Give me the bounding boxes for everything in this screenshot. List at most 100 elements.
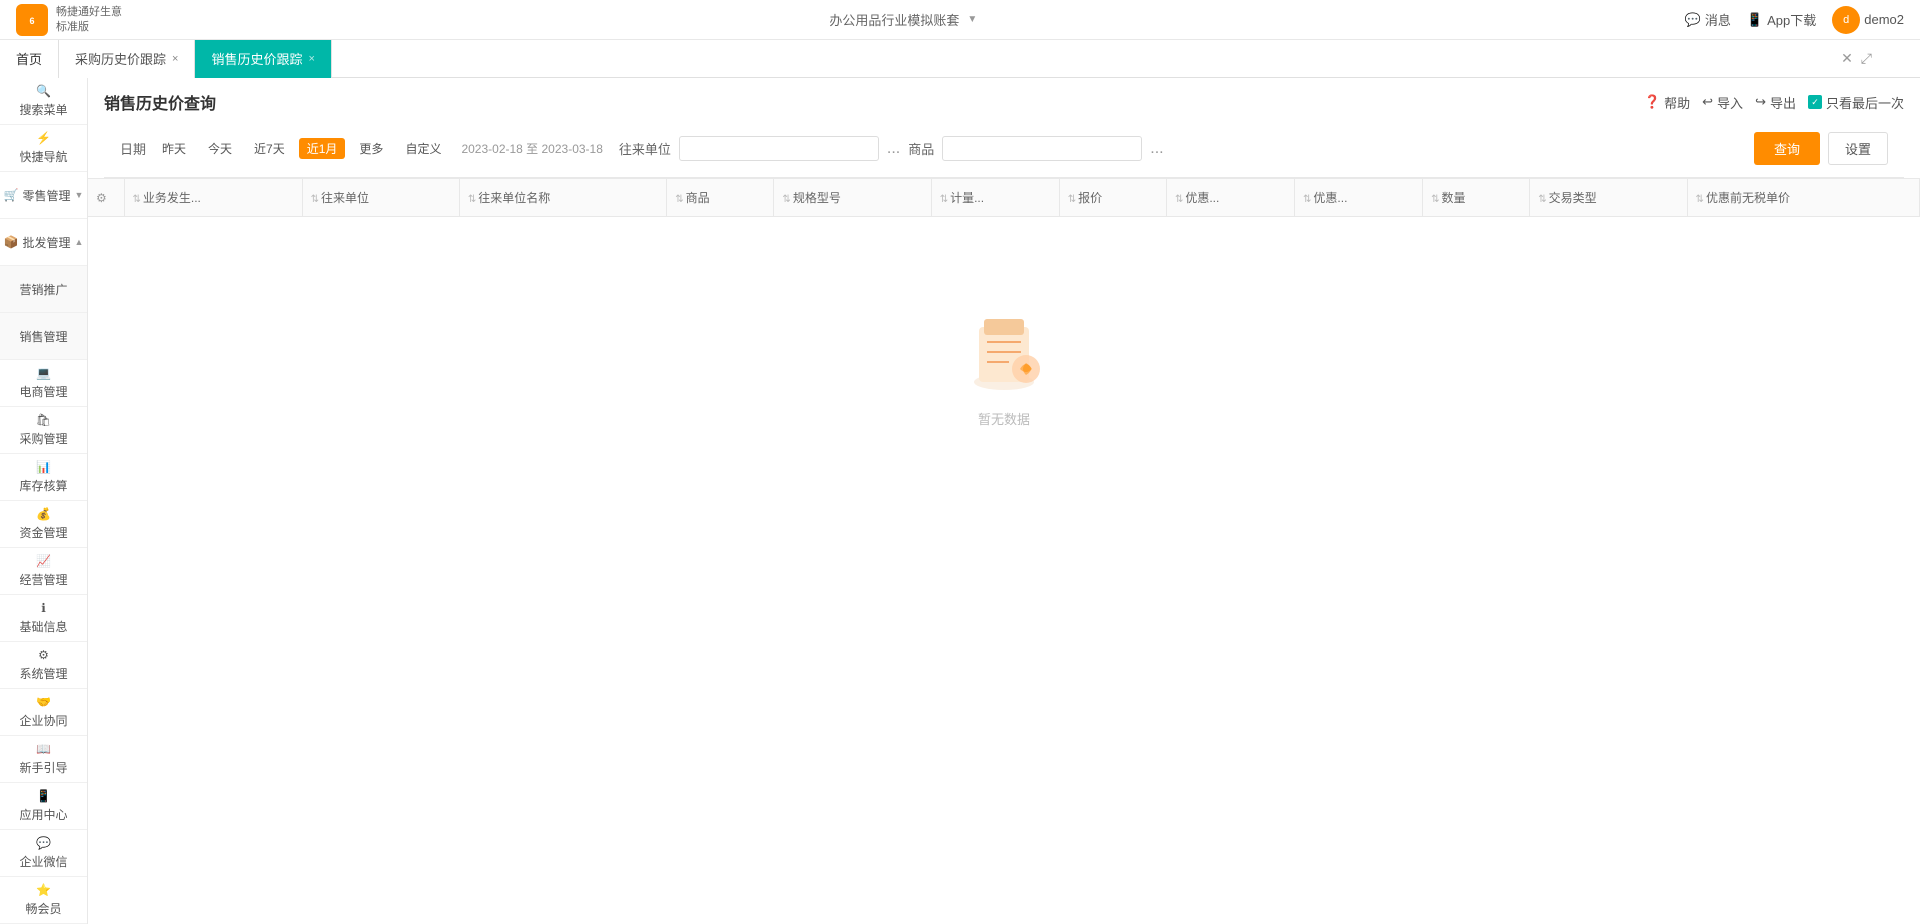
date-filter-group: 日期 昨天 今天 近7天 近1月 更多 自定义 2023-02-18 至 202… <box>120 138 603 159</box>
sidebar-item-app-center-label: 应用中心 <box>19 806 67 823</box>
pill-last1m[interactable]: 近1月 <box>299 138 346 159</box>
th-partner-code[interactable]: ⇅往来单位 <box>302 179 459 217</box>
app-dropdown-arrow[interactable]: ▼ <box>967 14 977 25</box>
th-discount2[interactable]: ⇅优惠... <box>1295 179 1423 217</box>
tab-sales-history[interactable]: 销售历史价跟踪 × <box>195 40 331 78</box>
th-spec[interactable]: ⇅规格型号 <box>774 179 931 217</box>
pill-custom[interactable]: 自定义 <box>397 138 449 159</box>
tab-bar-actions: ✕ ⤢ <box>1841 50 1880 67</box>
inventory-icon: 📊 <box>36 460 51 474</box>
sidebar-item-sales-mgmt-label: 销售管理 <box>19 328 67 345</box>
import-icon: ↩ <box>1702 94 1713 110</box>
th-biz-date[interactable]: ⇅业务发生... <box>124 179 302 217</box>
tab-maximize-button[interactable]: ⤢ <box>1861 50 1872 67</box>
tab-purchase-history[interactable]: 采购历史价跟踪 × <box>59 40 195 78</box>
sidebar-item-search-menu[interactable]: 🔍 搜索菜单 <box>0 78 87 125</box>
sidebar-item-guide[interactable]: 📖 新手引导 <box>0 736 87 783</box>
goods-filter-dots[interactable]: ... <box>1150 140 1163 158</box>
tab-home[interactable]: 首页 <box>0 40 59 78</box>
th-partner-name[interactable]: ⇅往来单位名称 <box>459 179 666 217</box>
empty-text: 暂无数据 <box>978 409 1030 428</box>
sidebar-item-system[interactable]: ⚙ 系统管理 <box>0 642 87 689</box>
sort-arrows-quote: ⇅ <box>1068 194 1076 205</box>
sidebar-item-marketing[interactable]: 营销推广 <box>0 266 87 313</box>
partner-filter-dots[interactable]: ... <box>887 140 900 158</box>
sort-arrows-biz-date: ⇅ <box>133 194 141 205</box>
th-trade-type[interactable]: ⇅交易类型 <box>1530 179 1687 217</box>
partner-filter-group: 往来单位 ... 商品 ... <box>619 136 1738 161</box>
user-area[interactable]: d demo2 <box>1832 6 1904 34</box>
sidebar-item-wholesale-mgmt-label: 批发管理 <box>23 234 71 251</box>
sidebar-item-inventory[interactable]: 📊 库存核算 <box>0 454 87 501</box>
sort-arrows-pre-tax: ⇅ <box>1696 194 1704 205</box>
pill-today[interactable]: 今天 <box>200 138 240 159</box>
tab-sales-history-label: 销售历史价跟踪 <box>211 49 302 68</box>
wholesale-mgmt-arrow: ▲ <box>75 237 84 247</box>
sidebar-item-sales-mgmt[interactable]: 销售管理 <box>0 313 87 360</box>
app-center-icon: 📱 <box>36 789 51 803</box>
ecommerce-icon: 💻 <box>36 366 51 380</box>
sort-arrows-spec: ⇅ <box>782 194 790 205</box>
only-last-checkbox[interactable]: ✓ <box>1808 95 1822 109</box>
purchase-mgmt-icon: 🛍 <box>36 413 51 427</box>
sort-arrows-unit: ⇅ <box>940 194 948 205</box>
export-button[interactable]: ↪ 导出 <box>1755 93 1796 112</box>
settings-button[interactable]: 设置 <box>1828 132 1888 165</box>
th-qty[interactable]: ⇅数量 <box>1423 179 1530 217</box>
tab-purchase-history-close[interactable]: × <box>172 53 178 65</box>
sidebar-item-operations[interactable]: 📈 经营管理 <box>0 548 87 595</box>
gear-icon[interactable]: ⚙ <box>96 191 107 205</box>
sidebar-item-search-menu-label: 搜索菜单 <box>19 101 67 118</box>
app-title-area[interactable]: 办公用品行业模拟账套 ▼ <box>829 10 977 29</box>
sidebar-item-purchase-mgmt[interactable]: 🛍 采购管理 <box>0 407 87 454</box>
top-bar-right: 💬 消息 📱 App下载 d demo2 <box>1685 6 1904 34</box>
th-discount1[interactable]: ⇅优惠... <box>1166 179 1294 217</box>
wechat-icon: 💬 <box>36 836 51 850</box>
app-title: 办公用品行业模拟账套 <box>829 10 959 29</box>
sidebar-item-retail-mgmt[interactable]: 🛒 零售管理 ▼ <box>0 172 87 219</box>
sidebar-item-purchase-mgmt-label: 采购管理 <box>19 430 67 447</box>
th-quote[interactable]: ⇅报价 <box>1059 179 1166 217</box>
tab-purchase-history-label: 采购历史价跟踪 <box>75 49 166 68</box>
tab-bar: 首页 采购历史价跟踪 × 销售历史价跟踪 × ✕ ⤢ <box>0 40 1920 78</box>
th-goods[interactable]: ⇅商品 <box>667 179 774 217</box>
tab-sales-history-close[interactable]: × <box>308 53 314 65</box>
th-unit[interactable]: ⇅计量... <box>931 179 1059 217</box>
partner-filter-label: 往来单位 <box>619 139 671 158</box>
avatar: d <box>1832 6 1860 34</box>
date-range-display: 2023-02-18 至 2023-03-18 <box>461 140 602 157</box>
only-last-toggle[interactable]: ✓ 只看最后一次 <box>1808 93 1904 112</box>
page-actions: ❓ 帮助 ↩ 导入 ↪ 导出 ✓ 只看最后一次 <box>1644 93 1904 112</box>
sidebar-item-ecommerce[interactable]: 💻 电商管理 <box>0 360 87 407</box>
sidebar-item-wechat[interactable]: 💬 企业微信 <box>0 830 87 877</box>
pill-more[interactable]: 更多 <box>351 138 391 159</box>
sidebar-item-member[interactable]: ⭐ 畅会员 <box>0 877 87 924</box>
sidebar-item-quick-nav[interactable]: ⚡ 快捷导航 <box>0 125 87 172</box>
partner-filter-input[interactable] <box>679 136 879 161</box>
import-button[interactable]: ↩ 导入 <box>1702 93 1743 112</box>
sidebar-item-basic-info-label: 基础信息 <box>19 618 67 635</box>
search-menu-icon: 🔍 <box>36 84 51 98</box>
sort-arrows-partner-name: ⇅ <box>468 194 476 205</box>
help-button[interactable]: ❓ 帮助 <box>1644 93 1690 112</box>
pill-yesterday[interactable]: 昨天 <box>154 138 194 159</box>
sidebar-item-inventory-label: 库存核算 <box>19 477 67 494</box>
pill-last7[interactable]: 近7天 <box>246 138 293 159</box>
goods-filter-input[interactable] <box>942 136 1142 161</box>
sort-arrows-qty: ⇅ <box>1431 194 1439 205</box>
empty-illustration <box>954 297 1054 397</box>
sidebar-item-wholesale-mgmt[interactable]: 📦 批发管理 ▲ <box>0 219 87 266</box>
sidebar-item-finance[interactable]: 💰 资金管理 <box>0 501 87 548</box>
logo-icon: 6 <box>16 4 48 36</box>
sidebar-item-enterprise[interactable]: 🤝 企业协同 <box>0 689 87 736</box>
sidebar-item-app-center[interactable]: 📱 应用中心 <box>0 783 87 830</box>
message-button[interactable]: 💬 消息 <box>1685 10 1731 29</box>
app-download-button[interactable]: 📱 App下载 <box>1747 10 1816 29</box>
tab-close-all-button[interactable]: ✕ <box>1841 50 1853 67</box>
th-pre-tax-price[interactable]: ⇅优惠前无税单价 <box>1687 179 1919 217</box>
sidebar-item-basic-info[interactable]: ℹ 基础信息 <box>0 595 87 642</box>
top-bar: 6 畅捷通好生意 标准版 办公用品行业模拟账套 ▼ 💬 消息 📱 App下载 d… <box>0 0 1920 40</box>
message-icon: 💬 <box>1685 12 1701 28</box>
query-button[interactable]: 查询 <box>1754 132 1820 165</box>
goods-filter-label: 商品 <box>908 139 934 158</box>
